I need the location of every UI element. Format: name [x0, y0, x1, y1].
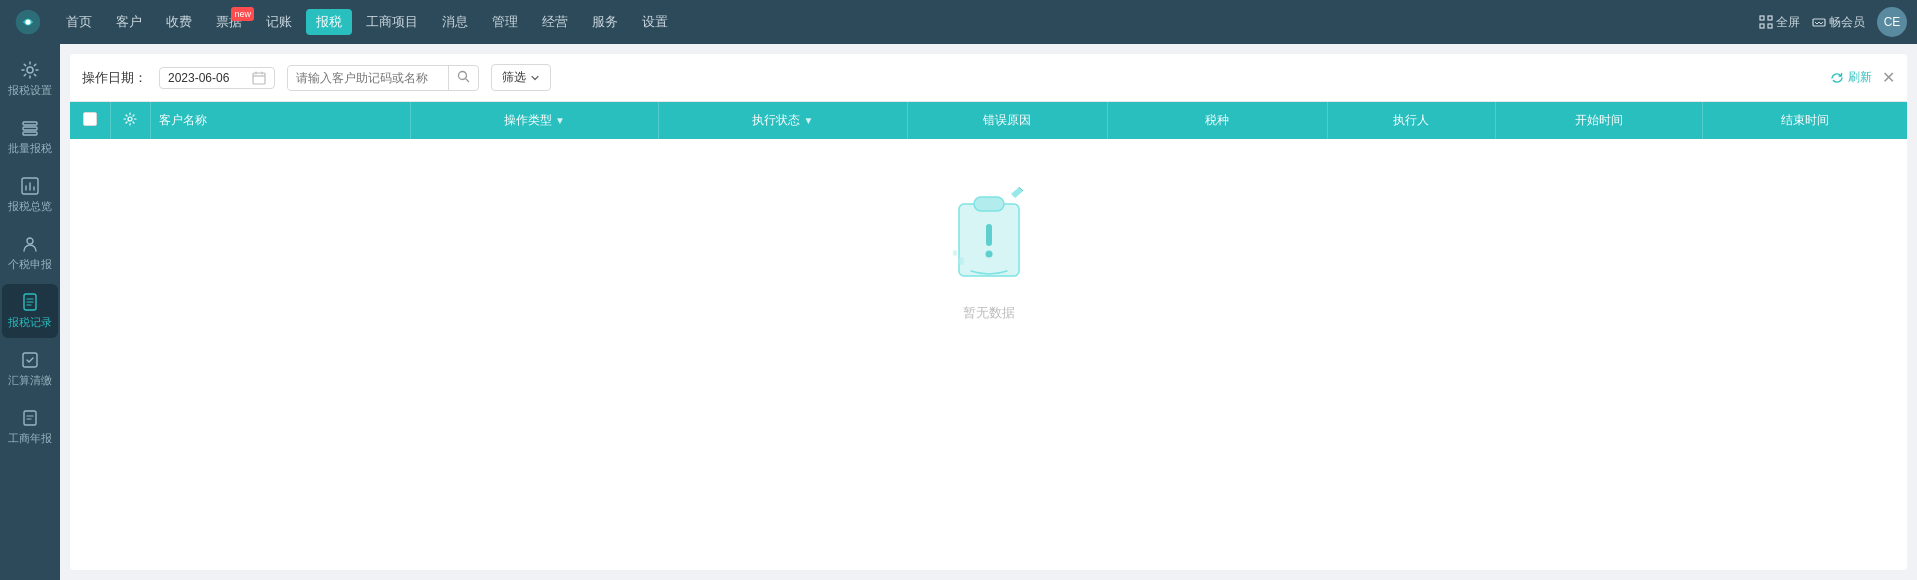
nav-bookkeeping[interactable]: 记账	[256, 9, 302, 35]
svg-rect-2	[1760, 16, 1764, 20]
vip-btn[interactable]: 畅会员	[1812, 14, 1865, 31]
nav-tax[interactable]: 报税	[306, 9, 352, 35]
svg-point-12	[27, 238, 33, 244]
filter-bar: 操作日期： 2023-06-06 筛选 刷新 ✕	[70, 54, 1907, 102]
content-area: 操作日期： 2023-06-06 筛选 刷新 ✕	[60, 44, 1917, 580]
svg-rect-4	[1760, 24, 1764, 28]
svg-rect-5	[1768, 24, 1772, 28]
search-input[interactable]	[288, 67, 448, 89]
nav-settings[interactable]: 设置	[632, 9, 678, 35]
sidebar-item-business-report[interactable]: 工商年报	[2, 400, 58, 454]
nav-fee[interactable]: 收费	[156, 9, 202, 35]
sidebar-item-tax-overview[interactable]: 报税总览	[2, 168, 58, 222]
empty-state: 暂无数据	[70, 139, 1907, 362]
th-client-name: 客户名称	[150, 102, 410, 139]
svg-rect-3	[1768, 16, 1772, 20]
nav-invoice[interactable]: 票据 new	[206, 9, 252, 35]
chevron-down-icon	[530, 73, 540, 83]
filter-button[interactable]: 筛选	[491, 64, 551, 91]
nav-service[interactable]: 服务	[582, 9, 628, 35]
th-checkbox[interactable]	[70, 102, 110, 139]
svg-rect-20	[974, 197, 1004, 211]
table-wrap: 客户名称 操作类型 ▼ 执行状态 ▼ 错误原因 税种 执行人 开始时间 结束时间	[70, 102, 1907, 570]
close-button[interactable]: ✕	[1882, 68, 1895, 87]
nav-client[interactable]: 客户	[106, 9, 152, 35]
search-wrap	[287, 65, 479, 91]
calendar-icon	[252, 71, 266, 85]
svg-rect-14	[23, 353, 37, 367]
sidebar-item-tax-settings[interactable]: 报税设置	[2, 52, 58, 106]
svg-rect-15	[24, 411, 36, 425]
th-operation-type[interactable]: 操作类型 ▼	[410, 102, 659, 139]
svg-point-24	[953, 250, 957, 256]
sidebar-item-annual-settle[interactable]: 汇算清缴	[2, 342, 58, 396]
svg-point-18	[128, 117, 132, 121]
select-all-checkbox[interactable]	[83, 112, 97, 126]
svg-rect-10	[23, 132, 37, 135]
sidebar-item-tax-record[interactable]: 报税记录	[2, 284, 58, 338]
table-body: 暂无数据	[70, 139, 1907, 362]
svg-point-1	[25, 19, 30, 24]
sort-icon-operation: ▼	[555, 115, 565, 126]
svg-point-23	[958, 257, 964, 265]
settings-icon	[123, 112, 137, 126]
sidebar-item-batch-tax[interactable]: 批量报税	[2, 110, 58, 164]
nav-operation[interactable]: 经营	[532, 9, 578, 35]
svg-rect-8	[23, 122, 37, 125]
search-icon	[457, 70, 470, 83]
svg-rect-16	[253, 73, 265, 84]
refresh-button[interactable]: 刷新	[1830, 69, 1872, 86]
svg-point-7	[27, 67, 33, 73]
date-label: 操作日期：	[82, 69, 147, 87]
search-button[interactable]	[448, 66, 478, 90]
nav-home[interactable]: 首页	[56, 9, 102, 35]
svg-point-22	[985, 251, 992, 258]
th-exec-status[interactable]: 执行状态 ▼	[659, 102, 908, 139]
nav-message[interactable]: 消息	[432, 9, 478, 35]
nav-items: 首页 客户 收费 票据 new 记账 报税 工商项目 消息 管理 经营 服务 设…	[56, 9, 1759, 35]
date-picker[interactable]: 2023-06-06	[159, 67, 275, 89]
user-avatar[interactable]: CE	[1877, 7, 1907, 37]
sidebar: 报税设置 批量报税 报税总览 个税申报 报税记录 汇算清缴 工商年报	[0, 44, 60, 580]
svg-point-17	[459, 71, 467, 79]
top-nav-right: 全屏 畅会员 CE	[1759, 7, 1907, 37]
th-executor: 执行人	[1327, 102, 1495, 139]
th-start-time: 开始时间	[1496, 102, 1703, 139]
sidebar-item-personal-tax[interactable]: 个税申报	[2, 226, 58, 280]
nav-business[interactable]: 工商项目	[356, 9, 428, 35]
th-end-time: 结束时间	[1702, 102, 1907, 139]
table-header-row: 客户名称 操作类型 ▼ 执行状态 ▼ 错误原因 税种 执行人 开始时间 结束时间	[70, 102, 1907, 139]
empty-icon	[939, 179, 1039, 292]
svg-rect-9	[23, 127, 37, 130]
th-tax-type: 税种	[1107, 102, 1327, 139]
sort-icon-status: ▼	[804, 115, 814, 126]
main-layout: 报税设置 批量报税 报税总览 个税申报 报税记录 汇算清缴 工商年报	[0, 44, 1917, 580]
data-table: 客户名称 操作类型 ▼ 执行状态 ▼ 错误原因 税种 执行人 开始时间 结束时间	[70, 102, 1907, 362]
nav-manage[interactable]: 管理	[482, 9, 528, 35]
filter-bar-right: 刷新 ✕	[1830, 68, 1895, 87]
th-error-reason: 错误原因	[907, 102, 1107, 139]
svg-rect-21	[986, 224, 992, 246]
new-badge: new	[231, 7, 254, 21]
refresh-icon	[1830, 71, 1844, 85]
logo[interactable]	[10, 4, 46, 40]
date-input[interactable]: 2023-06-06	[168, 71, 248, 85]
top-nav: 首页 客户 收费 票据 new 记账 报税 工商项目 消息 管理 经营 服务 设…	[0, 0, 1917, 44]
fullscreen-btn[interactable]: 全屏	[1759, 14, 1800, 31]
th-settings[interactable]	[110, 102, 150, 139]
